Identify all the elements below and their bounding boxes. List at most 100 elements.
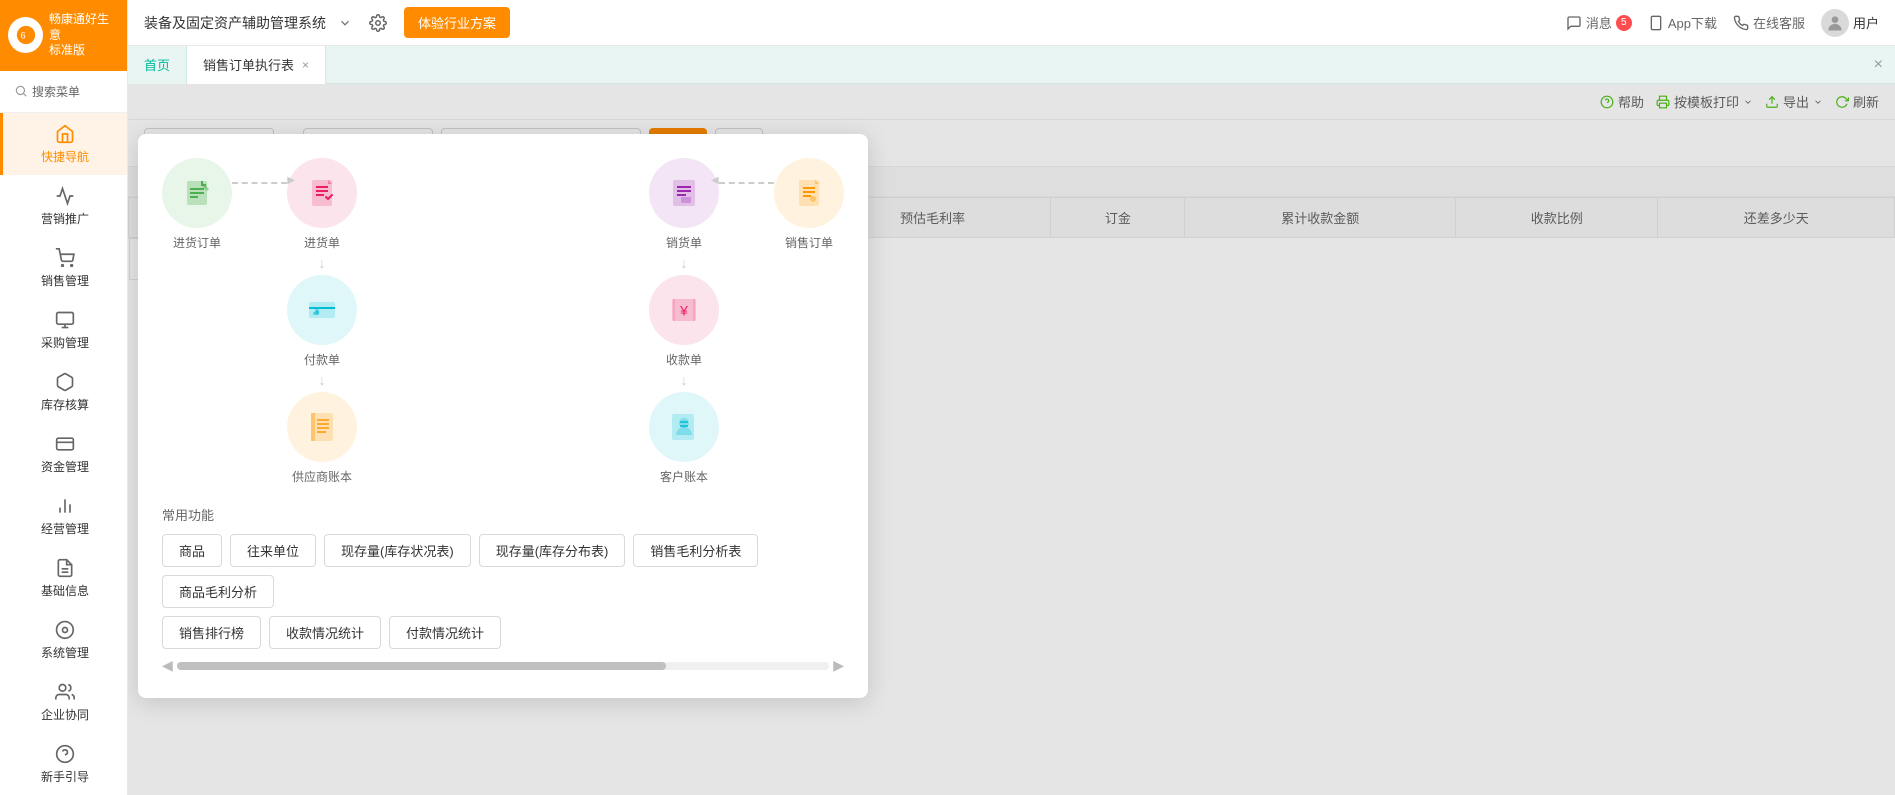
func-btn-product-profit[interactable]: 商品毛利分析 bbox=[162, 575, 274, 608]
sidebar-logo: 6 畅康通好生意 标准版 bbox=[0, 0, 127, 71]
scroll-right-button[interactable]: ▶ bbox=[833, 657, 844, 674]
func-btn-current-stock-status[interactable]: 现存量(库存状况表) bbox=[324, 534, 471, 567]
payment-circle: ¥ bbox=[287, 275, 357, 345]
scroll-left-button[interactable]: ◀ bbox=[162, 657, 173, 674]
function-btns-row1: 商品 往来单位 现存量(库存状况表) 现存量(库存分布表) 销售毛利分析表 商品… bbox=[162, 534, 844, 608]
sales-icon bbox=[54, 247, 76, 269]
arrow-down-receipt: ↓ bbox=[649, 255, 719, 271]
sale-order-circle bbox=[774, 158, 844, 228]
user-name: 用户 bbox=[1853, 13, 1879, 32]
func-btn-sales-ranking[interactable]: 销售排行榜 bbox=[162, 616, 261, 649]
sidebar-item-guide[interactable]: 新手引导 bbox=[0, 733, 127, 795]
function-btns-row2: 销售排行榜 收款情况统计 付款情况统计 bbox=[162, 616, 844, 649]
sale-receipt-label: 销货单 bbox=[666, 234, 702, 251]
logo-icon: 6 bbox=[8, 17, 43, 53]
sidebar-search-area: 搜索菜单 bbox=[0, 71, 127, 113]
sidebar-nav: 快捷导航 营销推广 销售管理 采购管理 bbox=[0, 113, 127, 795]
sidebar-item-operation[interactable]: 经营管理 bbox=[0, 485, 127, 547]
user-area[interactable]: 用户 bbox=[1821, 9, 1879, 37]
arrow-down-supplier: ↓ bbox=[287, 372, 357, 388]
basic-icon bbox=[54, 557, 76, 579]
purchase-order-label: 进货订单 bbox=[173, 234, 221, 251]
purchase-icon bbox=[54, 309, 76, 331]
tab-bar: 首页 销售订单执行表 × × bbox=[128, 46, 1895, 84]
common-functions: 常用功能 商品 往来单位 现存量(库存状况表) 现存量(库存分布表) 销售毛利分… bbox=[162, 505, 844, 649]
experience-button[interactable]: 体验行业方案 bbox=[404, 7, 510, 38]
sidebar-item-purchase[interactable]: 采购管理 bbox=[0, 299, 127, 361]
flow-step-payment[interactable]: ¥ 付款单 bbox=[287, 275, 357, 368]
tab-bar-close-all[interactable]: × bbox=[1874, 56, 1883, 74]
tab-sales-order[interactable]: 销售订单执行表 × bbox=[187, 46, 326, 84]
message-badge: 5 bbox=[1616, 15, 1632, 31]
tab-home[interactable]: 首页 bbox=[128, 46, 187, 84]
flow-step-purchase-order[interactable]: 进货订单 bbox=[162, 158, 232, 251]
svg-text:¥: ¥ bbox=[679, 303, 688, 319]
receipt-label: 收款单 bbox=[666, 351, 702, 368]
modal-scrollbar-container: ◀ ▶ bbox=[162, 657, 844, 674]
purchase-order-circle bbox=[162, 158, 232, 228]
logo-text: 畅康通好生意 标准版 bbox=[49, 12, 119, 59]
sidebar-item-basic[interactable]: 基础信息 bbox=[0, 547, 127, 609]
func-btn-payment-stats[interactable]: 付款情况统计 bbox=[389, 616, 501, 649]
customer-ledger-label: 客户账本 bbox=[660, 468, 708, 485]
top-header: 装备及固定资产辅助管理系统 体验行业方案 消息 5 App下载 bbox=[128, 0, 1895, 46]
sidebar-item-sales[interactable]: 销售管理 bbox=[0, 237, 127, 299]
flow-step-receipt[interactable]: ¥ 收款单 bbox=[649, 275, 719, 368]
supplier-ledger-circle bbox=[287, 392, 357, 462]
arrow-down-customer: ↓ bbox=[649, 372, 719, 388]
search-menu-button[interactable]: 搜索菜单 bbox=[8, 79, 119, 104]
func-btn-counterpart[interactable]: 往来单位 bbox=[230, 534, 316, 567]
svg-text:¥: ¥ bbox=[313, 307, 320, 318]
scrollbar-track[interactable] bbox=[177, 662, 829, 670]
sidebar: 6 畅康通好生意 标准版 搜索菜单 快捷导航 bbox=[0, 0, 128, 795]
arrow-down-payment: ↓ bbox=[287, 255, 357, 271]
sale-receipt-circle bbox=[649, 158, 719, 228]
tab-close-button[interactable]: × bbox=[302, 58, 309, 72]
header-dropdown[interactable] bbox=[338, 16, 352, 30]
modal-overlay: 进货订单 ▶ bbox=[128, 84, 1895, 795]
func-btn-receipt-stats[interactable]: 收款情况统计 bbox=[269, 616, 381, 649]
sidebar-item-enterprise[interactable]: 企业协同 bbox=[0, 671, 127, 733]
flow-step-customer-ledger[interactable]: 客户账本 bbox=[649, 392, 719, 485]
modal-box: 进货订单 ▶ bbox=[138, 134, 868, 698]
marketing-icon bbox=[54, 185, 76, 207]
receipt-circle: ¥ bbox=[649, 275, 719, 345]
flow-step-sale-order[interactable]: 销售订单 bbox=[774, 158, 844, 251]
scrollbar-thumb bbox=[177, 662, 666, 670]
purchase-receipt-circle bbox=[287, 158, 357, 228]
enterprise-icon bbox=[54, 681, 76, 703]
arrow-sale-order-to-receipt: ◀ bbox=[719, 182, 774, 184]
common-functions-title: 常用功能 bbox=[162, 505, 844, 524]
finance-icon bbox=[54, 433, 76, 455]
purchase-receipt-label: 进货单 bbox=[304, 234, 340, 251]
sidebar-item-system[interactable]: 系统管理 bbox=[0, 609, 127, 671]
settings-button[interactable] bbox=[364, 9, 392, 37]
payment-label: 付款单 bbox=[304, 351, 340, 368]
home-icon bbox=[54, 123, 76, 145]
sidebar-item-quick-nav[interactable]: 快捷导航 bbox=[0, 113, 127, 175]
flow-step-sale-receipt-top[interactable]: 销货单 bbox=[649, 158, 719, 251]
sidebar-item-finance[interactable]: 资金管理 bbox=[0, 423, 127, 485]
sidebar-item-marketing[interactable]: 营销推广 bbox=[0, 175, 127, 237]
inventory-icon bbox=[54, 371, 76, 393]
system-title: 装备及固定资产辅助管理系统 bbox=[144, 13, 326, 33]
arrow-purchase-to-receipt: ▶ bbox=[232, 182, 287, 184]
func-btn-sales-profit-analysis[interactable]: 销售毛利分析表 bbox=[633, 534, 758, 567]
message-button[interactable]: 消息 5 bbox=[1566, 13, 1632, 32]
app-download-button[interactable]: App下载 bbox=[1648, 13, 1717, 32]
svg-text:6: 6 bbox=[20, 31, 25, 41]
flow-step-supplier-ledger[interactable]: 供应商账本 bbox=[287, 392, 357, 485]
user-avatar bbox=[1821, 9, 1849, 37]
online-service-button[interactable]: 在线客服 bbox=[1733, 13, 1805, 32]
sale-order-label: 销售订单 bbox=[785, 234, 833, 251]
flow-step-purchase-receipt[interactable]: 进货单 bbox=[287, 158, 357, 251]
func-btn-product[interactable]: 商品 bbox=[162, 534, 222, 567]
main-content: 装备及固定资产辅助管理系统 体验行业方案 消息 5 App下载 bbox=[128, 0, 1895, 795]
supplier-ledger-label: 供应商账本 bbox=[292, 468, 352, 485]
operation-icon bbox=[54, 495, 76, 517]
customer-ledger-circle bbox=[649, 392, 719, 462]
func-btn-current-stock-dist[interactable]: 现存量(库存分布表) bbox=[479, 534, 626, 567]
system-icon bbox=[54, 619, 76, 641]
sidebar-item-inventory[interactable]: 库存核算 bbox=[0, 361, 127, 423]
header-right: 消息 5 App下载 在线客服 用户 bbox=[1566, 9, 1879, 37]
